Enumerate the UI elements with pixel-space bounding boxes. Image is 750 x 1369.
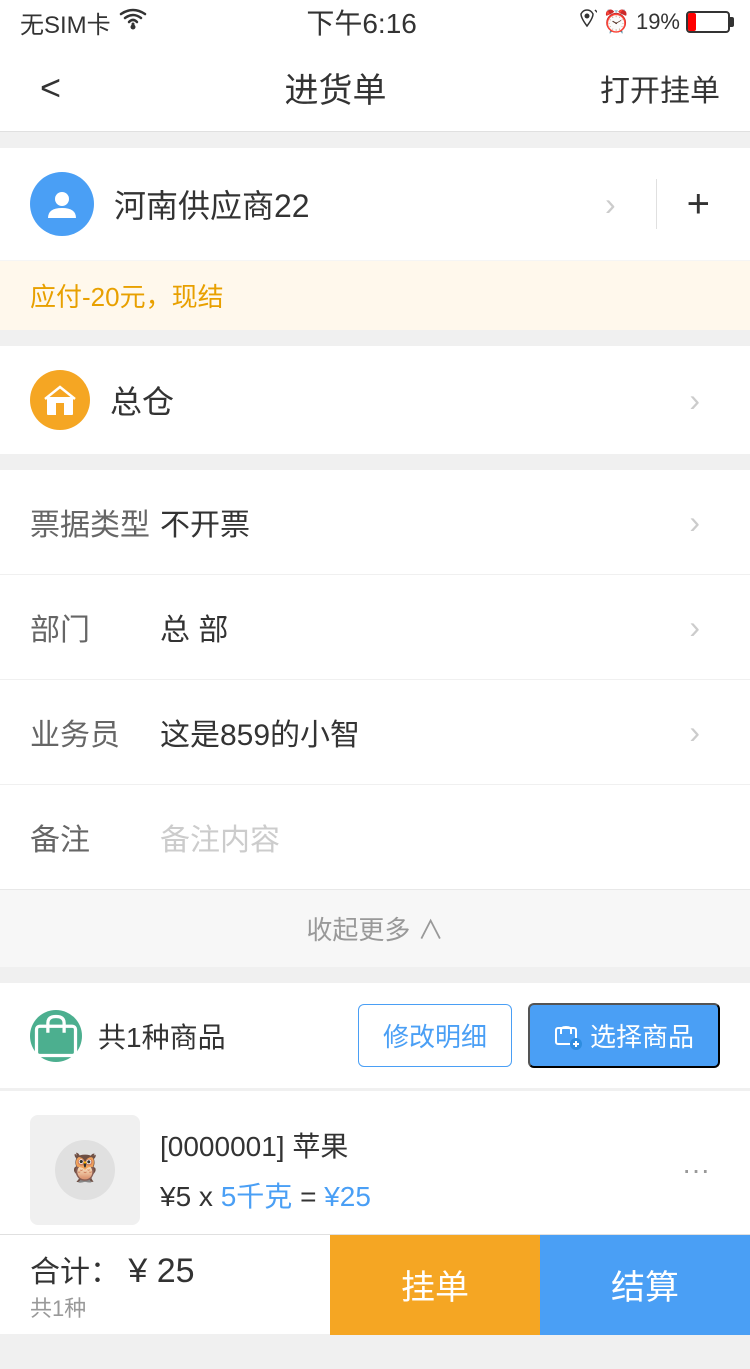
open-hang-button[interactable]: 打开挂单 <box>600 66 720 110</box>
products-icon <box>30 1010 82 1062</box>
status-right: ⏰ 19% <box>577 8 730 36</box>
sales-row[interactable]: 业务员 这是859的小智 › <box>0 679 750 784</box>
total-section: 合计： ¥ 25 共1种 <box>0 1247 330 1323</box>
invoice-label: 票据类型 <box>30 500 160 544</box>
sales-label: 业务员 <box>30 710 160 754</box>
product-name: [0000001] 苹果 <box>160 1125 672 1165</box>
product-thumbnail: 🦉 <box>30 1115 140 1225</box>
supplier-name: 河南供应商22 <box>114 181 605 227</box>
nav-bar: < 进货单 打开挂单 <box>0 44 750 132</box>
remark-input[interactable]: 备注内容 <box>160 815 720 859</box>
hang-button[interactable]: 挂单 <box>330 1235 540 1335</box>
alarm-icon: ⏰ <box>603 9 630 35</box>
total-label: 合计： <box>30 1256 120 1289</box>
product-code: [0000001] <box>160 1131 292 1162</box>
add-supplier-button[interactable]: + <box>677 182 720 227</box>
main-content: 河南供应商22 › + 应付-20元，现结 总仓 › 票据类型 不开票 › <box>0 148 750 1369</box>
collapse-more-button[interactable]: 收起更多 ∧ <box>0 889 750 967</box>
dept-row[interactable]: 部门 总 部 › <box>0 574 750 679</box>
select-product-button[interactable]: 选择商品 <box>528 1003 720 1068</box>
equals-sign: = <box>300 1181 324 1212</box>
products-header: 共1种商品 修改明细 选择商品 <box>0 983 750 1088</box>
warehouse-card: 总仓 › <box>0 346 750 454</box>
product-title: 苹果 <box>292 1131 348 1162</box>
form-card: 票据类型 不开票 › 部门 总 部 › 业务员 这是859的小智 › 备注 备注… <box>0 470 750 967</box>
bottom-bar: 合计： ¥ 25 共1种 挂单 结算 <box>0 1234 750 1334</box>
product-total: ¥25 <box>324 1181 371 1212</box>
product-item: 🦉 [0000001] 苹果 ¥5 x 5千克 = ¥25 ··· <box>0 1090 750 1249</box>
total-amount-row: 合计： ¥ 25 <box>30 1247 300 1291</box>
battery-icon <box>686 11 730 33</box>
total-count: 共1种 <box>30 1291 300 1323</box>
supplier-card: 河南供应商22 › + 应付-20元，现结 <box>0 148 750 330</box>
invoice-value: 不开票 <box>160 500 689 544</box>
supplier-chevron-icon: › <box>605 186 616 223</box>
product-info: [0000001] 苹果 ¥5 x 5千克 = ¥25 <box>160 1125 672 1215</box>
modify-detail-button[interactable]: 修改明细 <box>358 1004 512 1067</box>
battery-percent: 19% <box>636 9 680 35</box>
checkout-button[interactable]: 结算 <box>540 1235 750 1335</box>
location-icon <box>577 8 597 36</box>
carrier-text: 无SIM卡 <box>20 5 111 40</box>
dept-label: 部门 <box>30 605 160 649</box>
warehouse-row[interactable]: 总仓 › <box>0 346 750 454</box>
divider <box>656 179 657 229</box>
invoice-chevron-icon: › <box>689 504 700 541</box>
remark-label: 备注 <box>30 815 160 859</box>
invoice-row[interactable]: 票据类型 不开票 › <box>0 470 750 574</box>
status-time: 下午6:16 <box>306 2 417 42</box>
dept-value: 总 部 <box>160 605 689 649</box>
status-bar: 无SIM卡 下午6:16 ⏰ 19% <box>0 0 750 44</box>
svg-text:🦉: 🦉 <box>68 1152 103 1184</box>
product-more-button[interactable]: ··· <box>672 1144 720 1196</box>
supplier-notice: 应付-20元，现结 <box>0 261 750 330</box>
status-carrier: 无SIM卡 <box>20 5 147 40</box>
product-price: ¥5 x 5千克 = ¥25 <box>160 1175 672 1215</box>
page-title: 进货单 <box>285 63 387 112</box>
back-button[interactable]: < <box>30 57 71 119</box>
warehouse-chevron-icon: › <box>689 382 700 419</box>
unit-price: ¥5 x <box>160 1181 221 1212</box>
select-product-label: 选择商品 <box>590 1017 694 1054</box>
supplier-row[interactable]: 河南供应商22 › + <box>0 148 750 261</box>
sales-chevron-icon: › <box>689 714 700 751</box>
sales-value: 这是859的小智 <box>160 710 689 754</box>
wifi-icon <box>119 8 147 37</box>
total-amount: ¥ 25 <box>128 1252 194 1290</box>
products-count: 共1种商品 <box>98 1016 358 1056</box>
remark-row[interactable]: 备注 备注内容 <box>0 784 750 889</box>
warehouse-name: 总仓 <box>110 377 689 423</box>
warehouse-icon <box>30 370 90 430</box>
supplier-avatar <box>30 172 94 236</box>
product-qty: 5千克 <box>221 1181 293 1212</box>
dept-chevron-icon: › <box>689 609 700 646</box>
